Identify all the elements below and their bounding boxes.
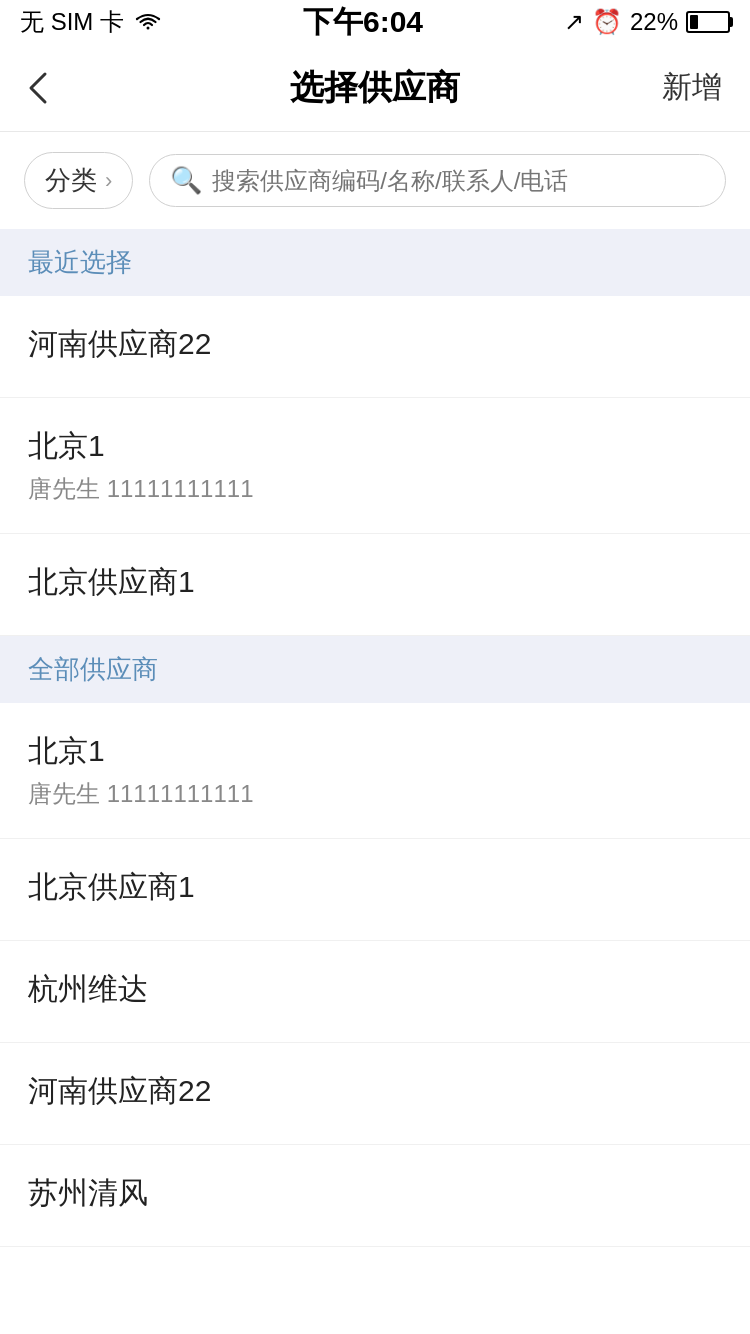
list-item[interactable]: 北京供应商1 [0,534,750,636]
item-sub: 唐先生 11111111111 [28,778,722,810]
recent-section-header: 最近选择 [0,229,750,296]
all-section-header: 全部供应商 [0,636,750,703]
status-left: 无 SIM 卡 [20,6,162,38]
status-right: ↗ ⏰ 22% [564,8,730,36]
battery-fill [690,15,698,29]
search-icon: 🔍 [170,165,202,196]
item-name: 苏州清风 [28,1173,722,1214]
chevron-right-icon: › [105,168,112,194]
list-item[interactable]: 河南供应商22 [0,1043,750,1145]
item-name: 河南供应商22 [28,324,722,365]
category-label: 分类 [45,163,97,198]
battery-icon [686,11,730,33]
all-list: 北京1 唐先生 11111111111 北京供应商1 杭州维达河南供应商22 苏州清风 [0,703,750,1247]
item-name: 北京供应商1 [28,562,722,603]
location-icon: ↗ [564,8,584,36]
item-sub: 唐先生 11111111111 [28,473,722,505]
item-name: 河南供应商22 [28,1071,722,1112]
page-title: 选择供应商 [108,65,642,111]
battery-percent: 22% [630,8,678,36]
back-button[interactable] [28,71,108,105]
status-bar: 无 SIM 卡 下午6:04 ↗ ⏰ 22% [0,0,750,44]
list-item[interactable]: 北京1 唐先生 11111111111 [0,398,750,534]
item-name: 北京1 [28,731,722,772]
item-name: 杭州维达 [28,969,722,1010]
nav-bar: 选择供应商 新增 [0,44,750,132]
list-item[interactable]: 杭州维达 [0,941,750,1043]
item-name: 北京供应商1 [28,867,722,908]
category-button[interactable]: 分类 › [24,152,133,209]
filter-bar: 分类 › 🔍 [0,132,750,229]
recent-list: 河南供应商22 北京1 唐先生 11111111111 北京供应商1 [0,296,750,636]
list-item[interactable]: 北京1 唐先生 11111111111 [0,703,750,839]
list-item[interactable]: 苏州清风 [0,1145,750,1247]
no-sim-text: 无 SIM 卡 [20,6,124,38]
search-box: 🔍 [149,154,726,207]
status-time: 下午6:04 [303,2,423,43]
list-item[interactable]: 北京供应商1 [0,839,750,941]
alarm-icon: ⏰ [592,8,622,36]
search-input[interactable] [212,167,705,195]
list-item[interactable]: 河南供应商22 [0,296,750,398]
wifi-icon [134,12,162,32]
item-name: 北京1 [28,426,722,467]
recent-section-label: 最近选择 [28,247,132,277]
add-button[interactable]: 新增 [642,67,722,108]
all-section-label: 全部供应商 [28,654,158,684]
